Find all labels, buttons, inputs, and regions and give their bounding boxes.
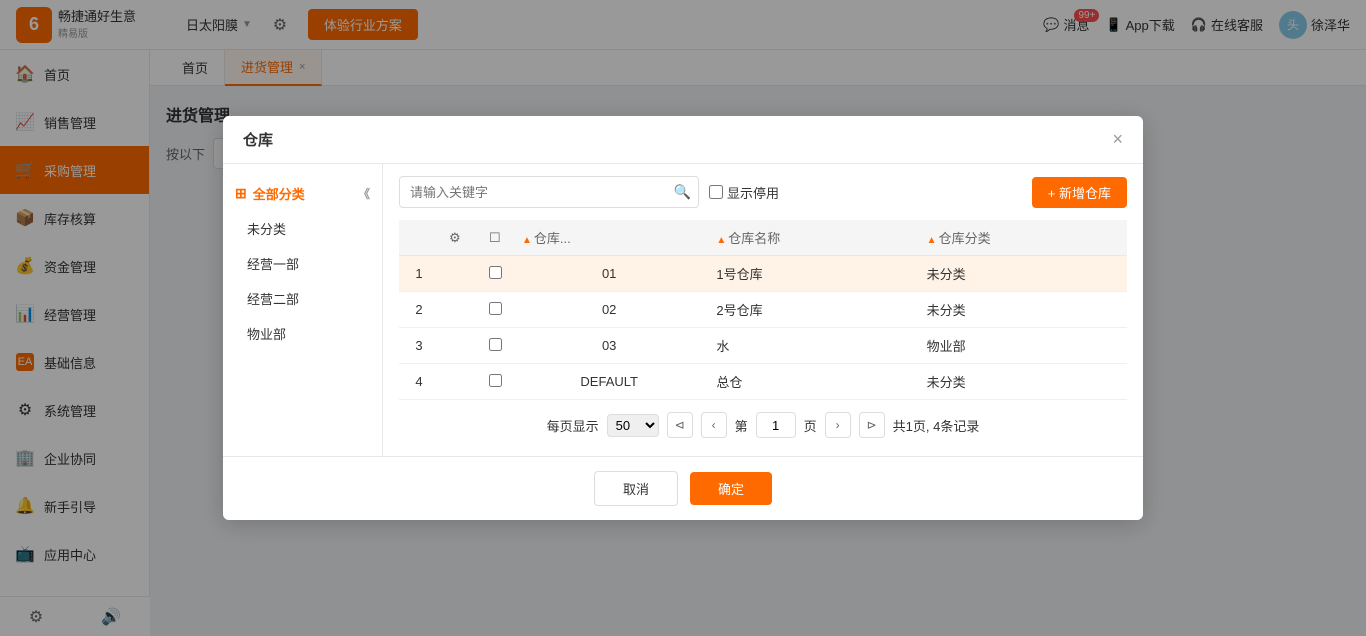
- all-category-header[interactable]: ⊞ 全部分类 《: [223, 176, 382, 211]
- modal-footer: 取消 确定: [223, 456, 1143, 520]
- pagination: 每页显示 50 100 ⊲ ‹ 第 页 › ⊳ 共1页, 4条记录: [399, 400, 1127, 444]
- search-input-wrap: 🔍: [399, 176, 699, 208]
- row-name: 水: [706, 328, 916, 364]
- category-item-unclassified[interactable]: 未分类: [223, 211, 382, 246]
- row-number: 4: [399, 364, 439, 400]
- table-row[interactable]: 1 01 1号仓库 未分类: [399, 256, 1127, 292]
- col-category: ▲仓库分类: [917, 220, 1127, 256]
- table-row[interactable]: 4 DEFAULT 总仓 未分类: [399, 364, 1127, 400]
- page-label: 第: [735, 416, 748, 435]
- col-number: [399, 220, 439, 256]
- confirm-button[interactable]: 确定: [690, 472, 772, 505]
- grid-icon: ⊞: [235, 185, 247, 202]
- next-page-button[interactable]: ›: [825, 412, 851, 438]
- total-records: 共1页, 4条记录: [893, 416, 980, 435]
- per-page-label: 每页显示: [547, 416, 599, 435]
- page-input[interactable]: [756, 412, 796, 438]
- show-disabled-label: 显示停用: [709, 183, 779, 202]
- table-header-row: ⚙ ☐ ▲仓库... ▲仓库名称 ▲仓库分类: [399, 220, 1127, 256]
- row-category: 物业部: [917, 328, 1127, 364]
- category-sidebar: ⊞ 全部分类 《 未分类 经营一部 经营二部 物业部: [223, 164, 383, 456]
- per-page-select[interactable]: 50 100: [607, 414, 659, 437]
- row-number: 2: [399, 292, 439, 328]
- row-check[interactable]: [479, 256, 512, 292]
- col-code: ▲仓库...: [512, 220, 706, 256]
- modal-close-icon[interactable]: ×: [1112, 129, 1123, 150]
- warehouse-modal: 仓库 × ⊞ 全部分类 《 未分类 经营一部 经营二部 物业部: [223, 116, 1143, 520]
- row-setting: [439, 328, 479, 364]
- row-number: 1: [399, 256, 439, 292]
- collapse-icon[interactable]: 《: [358, 185, 370, 202]
- row-code: 03: [512, 328, 706, 364]
- search-icon[interactable]: 🔍: [674, 184, 691, 201]
- category-item-property[interactable]: 物业部: [223, 316, 382, 351]
- prev-page-button[interactable]: ‹: [701, 412, 727, 438]
- row-check[interactable]: [479, 328, 512, 364]
- page-unit: 页: [804, 416, 817, 435]
- add-warehouse-button[interactable]: + 新增仓库: [1032, 177, 1127, 208]
- last-page-button[interactable]: ⊳: [859, 412, 885, 438]
- row-category: 未分类: [917, 256, 1127, 292]
- row-code: 02: [512, 292, 706, 328]
- table-scroll: ⚙ ☐ ▲仓库... ▲仓库名称 ▲仓库分类 1 01: [399, 220, 1127, 400]
- category-item-dept2[interactable]: 经营二部: [223, 281, 382, 316]
- all-category-label: 全部分类: [253, 184, 305, 203]
- table-row[interactable]: 3 03 水 物业部: [399, 328, 1127, 364]
- warehouse-table: ⚙ ☐ ▲仓库... ▲仓库名称 ▲仓库分类 1 01: [399, 220, 1127, 400]
- row-category: 未分类: [917, 364, 1127, 400]
- modal-title: 仓库: [243, 129, 273, 150]
- row-name: 总仓: [706, 364, 916, 400]
- modal-body: ⊞ 全部分类 《 未分类 经营一部 经营二部 物业部 🔍: [223, 164, 1143, 456]
- row-setting: [439, 292, 479, 328]
- show-disabled-checkbox[interactable]: [709, 185, 723, 199]
- row-name: 1号仓库: [706, 256, 916, 292]
- modal-overlay: 仓库 × ⊞ 全部分类 《 未分类 经营一部 经营二部 物业部: [0, 0, 1366, 636]
- modal-header: 仓库 ×: [223, 116, 1143, 164]
- table-area: 🔍 显示停用 + 新增仓库 ⚙ ☐: [383, 164, 1143, 456]
- row-code: DEFAULT: [512, 364, 706, 400]
- col-check: ☐: [479, 220, 512, 256]
- table-toolbar: 🔍 显示停用 + 新增仓库: [399, 176, 1127, 208]
- row-setting: [439, 256, 479, 292]
- cancel-button[interactable]: 取消: [594, 471, 678, 506]
- row-setting: [439, 364, 479, 400]
- category-item-dept1[interactable]: 经营一部: [223, 246, 382, 281]
- col-name: ▲仓库名称: [706, 220, 916, 256]
- row-name: 2号仓库: [706, 292, 916, 328]
- table-row[interactable]: 2 02 2号仓库 未分类: [399, 292, 1127, 328]
- col-setting[interactable]: ⚙: [439, 220, 479, 256]
- row-code: 01: [512, 256, 706, 292]
- first-page-button[interactable]: ⊲: [667, 412, 693, 438]
- row-check[interactable]: [479, 292, 512, 328]
- row-category: 未分类: [917, 292, 1127, 328]
- search-input[interactable]: [399, 176, 699, 208]
- row-check[interactable]: [479, 364, 512, 400]
- row-number: 3: [399, 328, 439, 364]
